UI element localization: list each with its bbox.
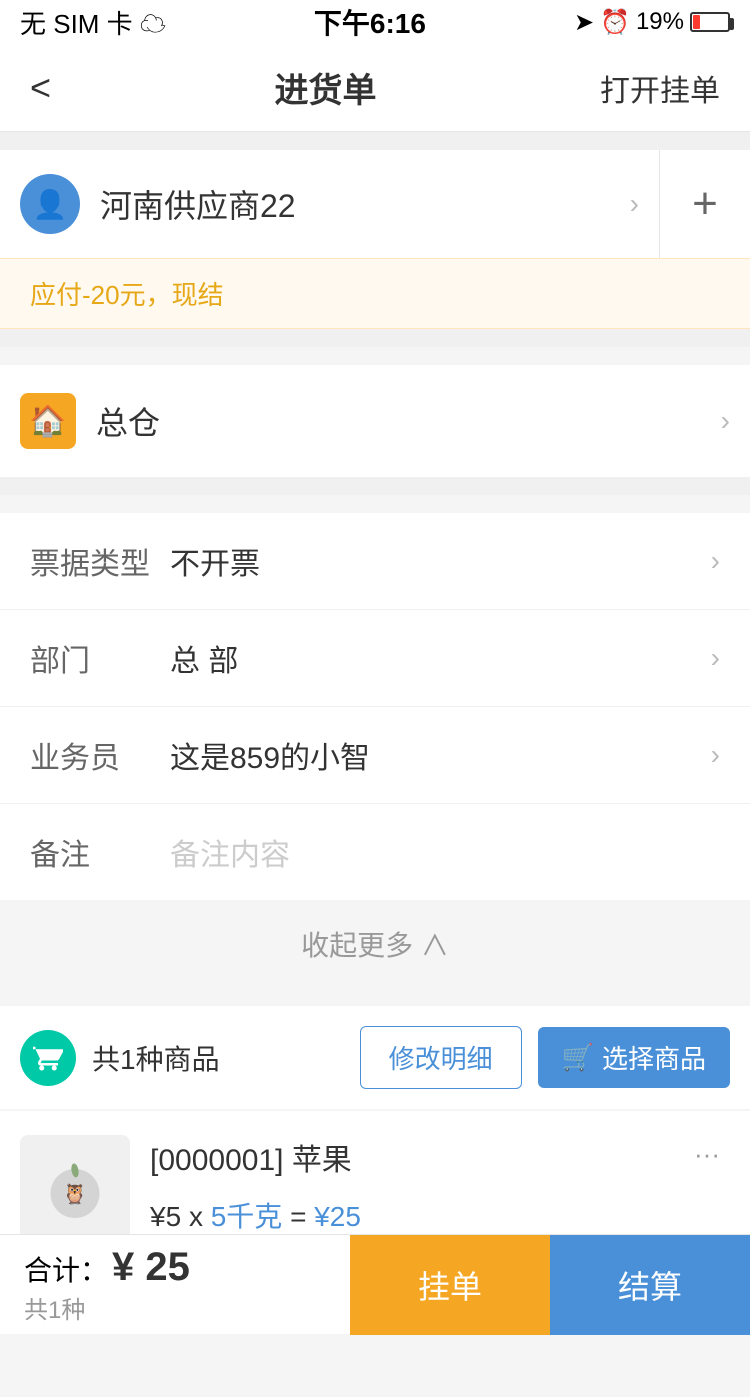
status-bar: 无 SIM 卡 ☁ 下午6:16 ➤ ⏰ 19% [0,0,750,44]
salesman-label: 业务员 [30,733,170,777]
department-value: 总 部 [170,636,711,680]
status-left: 无 SIM 卡 ☁ [20,4,166,41]
equals-sign: = [290,1201,314,1232]
remark-row[interactable]: 备注 备注内容 [0,804,750,900]
supplier-section: 👤 河南供应商22 › + [0,150,750,258]
product-code: [0000001] [150,1144,283,1177]
select-label: 选择商品 [602,1039,706,1076]
products-icon [20,1030,76,1086]
salesman-chevron-icon: › [711,739,720,771]
select-icon: 🛒 [562,1042,594,1073]
more-button[interactable]: ··· [684,1135,730,1174]
warehouse-chevron-icon: › [721,405,730,437]
quantity: 5千克 [211,1201,283,1232]
total-count: 共1种 [24,1290,326,1325]
svg-text:🦉: 🦉 [63,1183,87,1206]
salesman-value: 这是859的小智 [170,733,711,777]
product-name: [0000001] 苹果 [150,1135,664,1179]
salesman-row[interactable]: 业务员 这是859的小智 › [0,707,750,804]
invoice-value: 不开票 [170,539,711,583]
product-info: [0000001] 苹果 ¥5 x 5千克 = ¥25 [150,1135,664,1235]
warehouse-icon: 🏠 [20,393,76,449]
remark-input[interactable]: 备注内容 [170,830,720,874]
divider-1 [0,132,750,150]
status-time: 下午6:16 [314,2,426,42]
modify-detail-button[interactable]: 修改明细 [360,1026,522,1089]
back-button[interactable]: < [30,67,51,109]
select-product-button[interactable]: 🛒 选择商品 [538,1027,730,1088]
form-section: 票据类型 不开票 › 部门 总 部 › 业务员 这是859的小智 › 备注 备注… [0,513,750,900]
department-chevron-icon: › [711,642,720,674]
total-amount: ¥ 25 [112,1245,190,1290]
warehouse-name: 总仓 [96,398,721,444]
open-pending-button[interactable]: 打开挂单 [600,66,720,110]
supplier-name: 河南供应商22 [100,181,630,227]
supplier-chevron-icon: › [630,188,639,220]
remark-label: 备注 [30,830,170,874]
page-title: 进货单 [275,63,377,112]
products-header: 共1种商品 修改明细 🛒 选择商品 [0,1006,750,1109]
unit-price: ¥5 [150,1201,181,1232]
invoice-chevron-icon: › [711,545,720,577]
alarm-icon: ⏰ [600,8,630,37]
department-row[interactable]: 部门 总 部 › [0,610,750,707]
checkout-button[interactable]: 结算 [550,1235,750,1335]
products-count: 共1种商品 [92,1038,344,1078]
warning-bar: 应付-20元，现结 [0,258,750,329]
invoice-label: 票据类型 [30,539,170,583]
total-section: 合计： ¥ 25 共1种 [0,1245,350,1325]
supplier-main[interactable]: 👤 河南供应商22 › [0,150,660,258]
hang-button[interactable]: 挂单 [350,1235,550,1335]
battery-percent: 19% [636,8,684,36]
avatar-icon: 👤 [33,188,68,221]
battery-icon [690,12,730,32]
total-price: ¥25 [314,1201,361,1232]
add-supplier-button[interactable]: + [660,150,750,258]
nav-bar: < 进货单 打开挂单 [0,44,750,132]
product-title: 苹果 [292,1144,352,1177]
divider-2 [0,329,750,347]
product-price: ¥5 x 5千克 = ¥25 [150,1195,664,1235]
product-thumbnail: 🦉 [20,1135,130,1245]
invoice-row[interactable]: 票据类型 不开票 › [0,513,750,610]
location-icon: ➤ [574,8,594,37]
total-label: 合计： [24,1249,108,1289]
divider-3 [0,477,750,495]
sim-status: 无 SIM 卡 ☁ [20,4,166,41]
multiply-sign: x [189,1201,211,1232]
status-right: ➤ ⏰ 19% [574,8,730,37]
collapse-bar[interactable]: 收起更多 ∧ [0,900,750,988]
department-label: 部门 [30,636,170,680]
supplier-avatar: 👤 [20,174,80,234]
bottom-bar: 合计： ¥ 25 共1种 挂单 结算 [0,1234,750,1334]
warehouse-section[interactable]: 🏠 总仓 › [0,365,750,477]
